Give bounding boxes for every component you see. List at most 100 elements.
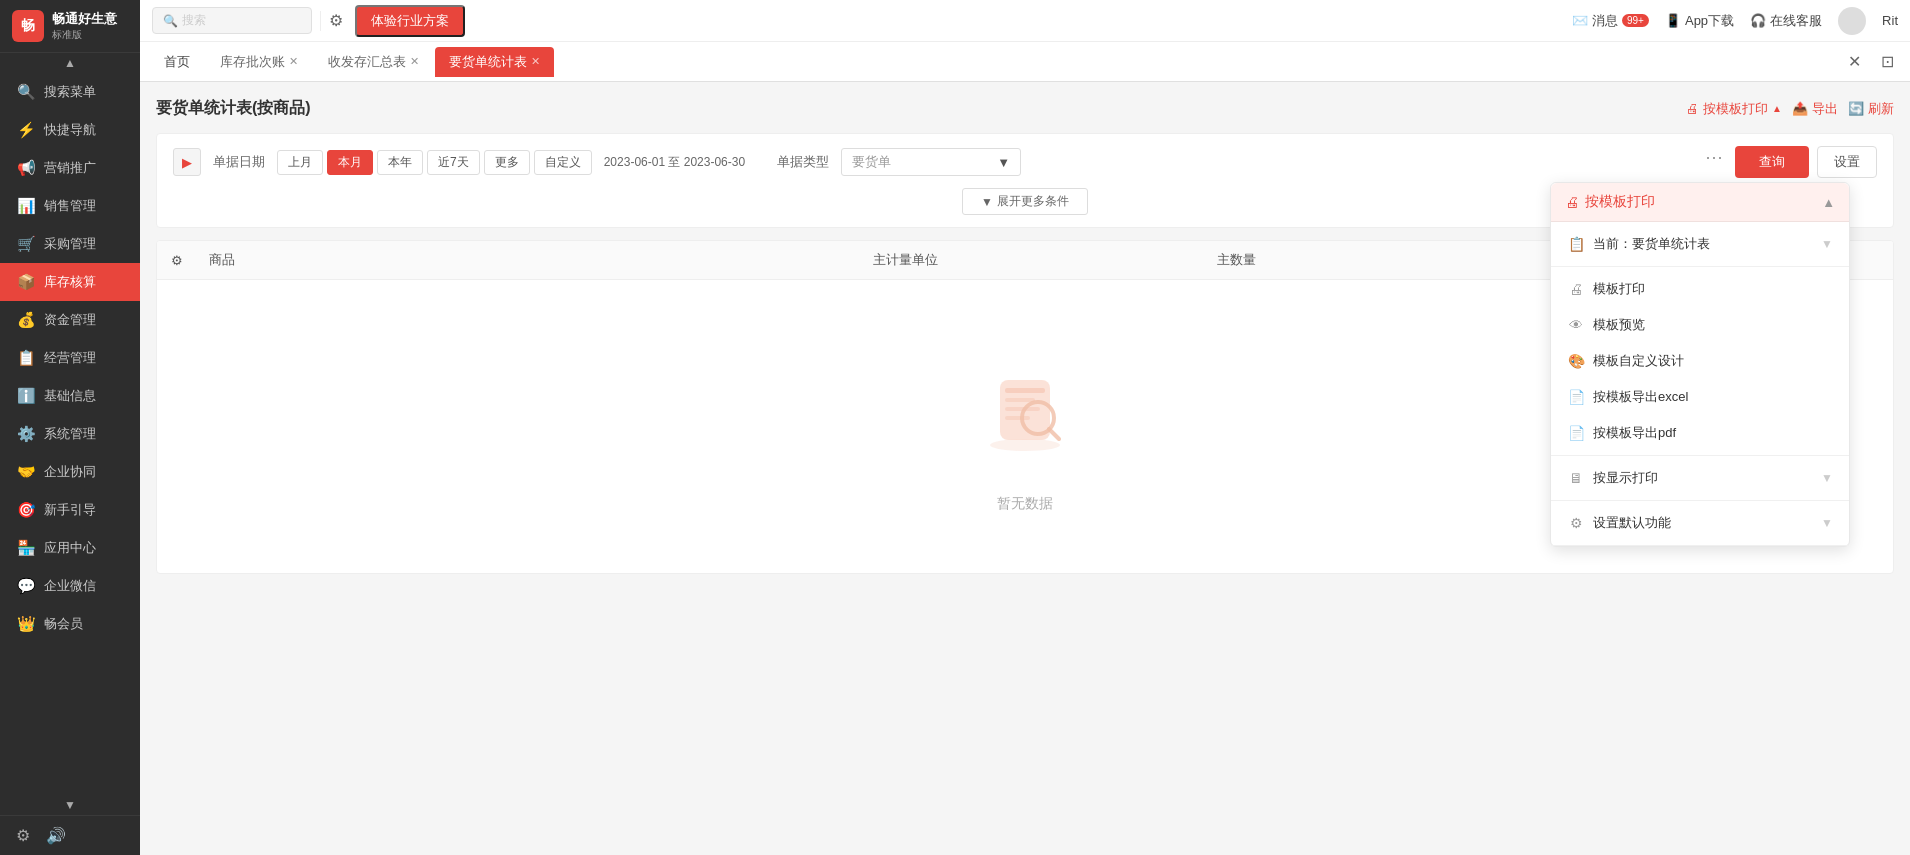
tab-collect-summary[interactable]: 收发存汇总表 ✕ <box>314 47 433 77</box>
template-preview-icon: 👁 <box>1567 317 1585 333</box>
type-select-chevron-icon: ▼ <box>997 155 1010 170</box>
scroll-down-btn[interactable]: ▼ <box>0 795 140 815</box>
tab-collect-summary-close[interactable]: ✕ <box>410 55 419 68</box>
sidebar-bottom: ⚙ 🔊 <box>0 815 140 855</box>
sidebar-item-quick-nav[interactable]: ⚡ 快捷导航 <box>0 111 140 149</box>
dropdown-header-right: ▲ <box>1822 195 1835 210</box>
app-download-label: App下载 <box>1685 12 1734 30</box>
tab-order-stats[interactable]: 要货单统计表 ✕ <box>435 47 554 77</box>
sidebar-nav: 🔍 搜索菜单 ⚡ 快捷导航 📢 营销推广 📊 销售管理 🛒 采购管理 📦 库存核… <box>0 73 140 795</box>
settings-btn[interactable]: 设置 <box>1817 146 1877 178</box>
sidebar-item-finance[interactable]: 💰 资金管理 <box>0 301 140 339</box>
print-btn[interactable]: 🖨 按模板打印 ▲ <box>1686 100 1782 118</box>
sidebar-item-guide[interactable]: 🎯 新手引导 <box>0 491 140 529</box>
sidebar-item-label: 基础信息 <box>44 387 96 405</box>
settings-bottom-icon[interactable]: ⚙ <box>16 826 30 845</box>
dropdown-up-icon[interactable]: ▲ <box>1822 195 1835 210</box>
current-template-item[interactable]: 📋 当前：要货单统计表 ▼ <box>1551 226 1849 262</box>
guide-icon: 🎯 <box>16 501 36 519</box>
scroll-up-btn[interactable]: ▲ <box>0 53 140 73</box>
user-name: Rit <box>1882 13 1898 28</box>
sidebar-item-member[interactable]: 👑 畅会员 <box>0 605 140 643</box>
wechat-icon: 💬 <box>16 577 36 595</box>
topbar-gear-icon[interactable]: ⚙ <box>329 11 343 30</box>
version-label: 标准版 <box>52 28 117 41</box>
sidebar-item-basic[interactable]: ℹ️ 基础信息 <box>0 377 140 415</box>
app-icon: 📱 <box>1665 13 1681 28</box>
message-btn[interactable]: ✉️ 消息 99+ <box>1572 12 1649 30</box>
avatar[interactable] <box>1838 7 1866 35</box>
topbar: 🔍 搜索 ⚙ 体验行业方案 ✉️ 消息 99+ 📱 App下载 🎧 在线客服 R… <box>140 0 1910 42</box>
set-default-item[interactable]: ⚙ 设置默认功能 ▼ <box>1551 505 1849 541</box>
date-last-month[interactable]: 上月 <box>277 150 323 175</box>
date-more[interactable]: 更多 <box>484 150 530 175</box>
query-btn[interactable]: 查询 <box>1735 146 1809 178</box>
th-settings[interactable]: ⚙ <box>157 253 197 268</box>
finance-icon: 💰 <box>16 311 36 329</box>
date-7days[interactable]: 近7天 <box>427 150 480 175</box>
page-title: 要货单统计表(按商品) <box>156 98 311 119</box>
more-options-icon[interactable]: ⋯ <box>1701 146 1727 178</box>
print-arrow-icon: ▲ <box>1772 103 1782 114</box>
sidebar-item-operation[interactable]: 📋 经营管理 <box>0 339 140 377</box>
date-filter-label: 单据日期 <box>213 153 265 171</box>
type-select[interactable]: 要货单 ▼ <box>841 148 1021 176</box>
export-btn[interactable]: 📤 导出 <box>1792 100 1838 118</box>
main-area: 🔍 搜索 ⚙ 体验行业方案 ✉️ 消息 99+ 📱 App下载 🎧 在线客服 R… <box>140 0 1910 855</box>
sidebar-item-inventory[interactable]: 📦 库存核算 <box>0 263 140 301</box>
filter-toggle-btn[interactable]: ▶ <box>173 148 201 176</box>
date-custom[interactable]: 自定义 <box>534 150 592 175</box>
tab-inventory-batch-close[interactable]: ✕ <box>289 55 298 68</box>
export-pdf-item[interactable]: 📄 按模板导出pdf <box>1551 415 1849 451</box>
expand-more-btn[interactable]: ▼ 展开更多条件 <box>962 188 1088 215</box>
search-placeholder: 搜索 <box>182 12 206 29</box>
search-icon: 🔍 <box>163 14 178 28</box>
search-box[interactable]: 🔍 搜索 <box>152 7 312 34</box>
purchase-icon: 🛒 <box>16 235 36 253</box>
sound-bottom-icon[interactable]: 🔊 <box>46 826 66 845</box>
trial-btn[interactable]: 体验行业方案 <box>355 5 465 37</box>
type-filter-label: 单据类型 <box>777 153 829 171</box>
expand-tabs-btn[interactable]: ⊡ <box>1875 50 1900 73</box>
sidebar-item-enterprise[interactable]: 🤝 企业协同 <box>0 453 140 491</box>
th-product: 商品 <box>197 251 861 269</box>
close-all-btn[interactable]: ✕ <box>1842 50 1867 73</box>
sidebar-item-sales[interactable]: 📊 销售管理 <box>0 187 140 225</box>
template-design-label: 模板自定义设计 <box>1593 352 1684 370</box>
sidebar-item-appstore[interactable]: 🏪 应用中心 <box>0 529 140 567</box>
operation-icon: 📋 <box>16 349 36 367</box>
sidebar-item-wechat[interactable]: 💬 企业微信 <box>0 567 140 605</box>
template-print-item[interactable]: 🖨 模板打印 <box>1551 271 1849 307</box>
sidebar-item-search[interactable]: 🔍 搜索菜单 <box>0 73 140 111</box>
tab-home[interactable]: 首页 <box>150 47 204 77</box>
tab-home-label: 首页 <box>164 53 190 71</box>
sidebar-item-label: 资金管理 <box>44 311 96 329</box>
marketing-icon: 📢 <box>16 159 36 177</box>
date-this-year[interactable]: 本年 <box>377 150 423 175</box>
tabs-bar: 首页 库存批次账 ✕ 收发存汇总表 ✕ 要货单统计表 ✕ ✕ ⊡ <box>140 42 1910 82</box>
template-preview-item[interactable]: 👁 模板预览 <box>1551 307 1849 343</box>
print-header-icon: 🖨 <box>1565 194 1579 210</box>
tab-order-stats-close[interactable]: ✕ <box>531 55 540 68</box>
app-download-btn[interactable]: 📱 App下载 <box>1665 12 1734 30</box>
dropdown-header-left: 🖨 按模板打印 <box>1565 193 1655 211</box>
tab-collect-summary-label: 收发存汇总表 <box>328 53 406 71</box>
content-area: 要货单统计表(按商品) 🖨 按模板打印 ▲ 📤 导出 🔄 刷新 <box>140 82 1910 855</box>
online-service-btn[interactable]: 🎧 在线客服 <box>1750 12 1822 30</box>
set-default-label: 设置默认功能 <box>1593 514 1671 532</box>
date-this-month[interactable]: 本月 <box>327 150 373 175</box>
sidebar-item-marketing[interactable]: 📢 营销推广 <box>0 149 140 187</box>
sidebar-item-purchase[interactable]: 🛒 采购管理 <box>0 225 140 263</box>
export-excel-item[interactable]: 📄 按模板导出excel <box>1551 379 1849 415</box>
display-print-item[interactable]: 🖥 按显示打印 ▼ <box>1551 460 1849 496</box>
tab-inventory-batch[interactable]: 库存批次账 ✕ <box>206 47 312 77</box>
print-icon: 🖨 <box>1686 101 1699 116</box>
sidebar: 畅 畅通好生意 标准版 ▲ 🔍 搜索菜单 ⚡ 快捷导航 📢 营销推广 📊 销售管… <box>0 0 140 855</box>
template-design-item[interactable]: 🎨 模板自定义设计 <box>1551 343 1849 379</box>
sidebar-item-label: 企业协同 <box>44 463 96 481</box>
sidebar-item-system[interactable]: ⚙️ 系统管理 <box>0 415 140 453</box>
refresh-btn[interactable]: 🔄 刷新 <box>1848 100 1894 118</box>
message-badge: 99+ <box>1622 14 1649 27</box>
page-actions: 🖨 按模板打印 ▲ 📤 导出 🔄 刷新 <box>1686 100 1894 118</box>
export-pdf-label: 按模板导出pdf <box>1593 424 1676 442</box>
